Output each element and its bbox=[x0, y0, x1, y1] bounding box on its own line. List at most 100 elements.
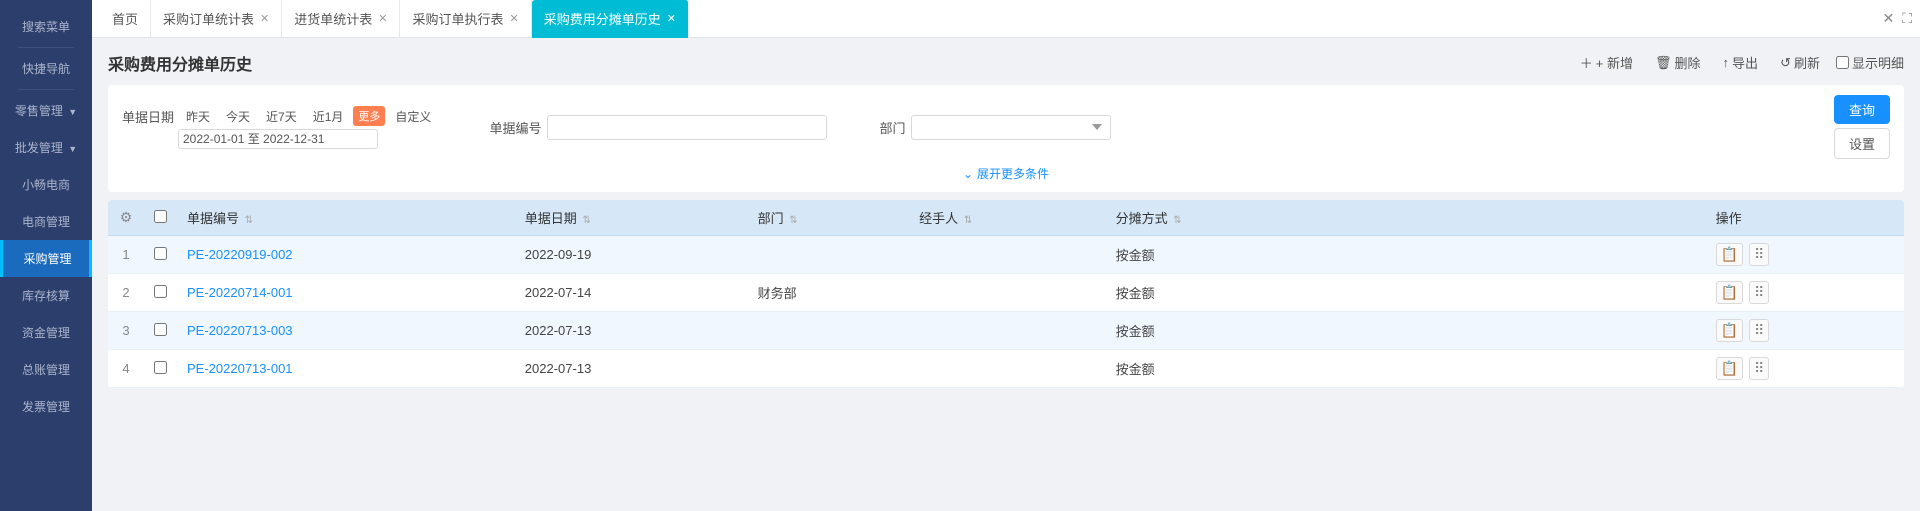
delete-label: 删除 bbox=[1675, 53, 1701, 72]
sidebar-item-mini-shop[interactable]: 小畅电商 bbox=[0, 166, 92, 203]
search-menu-label: 搜索菜单 bbox=[22, 20, 70, 34]
table-row: 3 PE-20220713-003 2022-07-13 按金额 📋 ⠿ bbox=[108, 312, 1904, 350]
filter-row-1: 单据日期 昨天 今天 近7天 近1月 更多 自定义 bbox=[122, 95, 1890, 159]
sidebar-item-inventory[interactable]: 库存核算 bbox=[0, 277, 92, 314]
th-date: 单据日期 ⇅ bbox=[515, 200, 748, 236]
more-icon-2[interactable]: ⠿ bbox=[1749, 319, 1769, 342]
sort-split-method-icon[interactable]: ⇅ bbox=[1173, 215, 1181, 226]
action-icons-1: 📋 ⠿ bbox=[1716, 281, 1894, 304]
date-option-today[interactable]: 今天 bbox=[220, 106, 256, 127]
export-label: 导出 bbox=[1732, 53, 1758, 72]
tab-purchase-order-stats-label: 采购订单统计表 bbox=[163, 9, 254, 28]
th-date-label: 单据日期 bbox=[525, 211, 577, 226]
edit-icon-1[interactable]: 📋 bbox=[1716, 281, 1743, 304]
close-all-tabs-button[interactable]: ✕ bbox=[1882, 10, 1894, 27]
tab-close-purchase-cost-history[interactable]: ✕ bbox=[667, 12, 676, 25]
dept-filter-label: 部门 bbox=[879, 118, 905, 137]
tab-stock-stats-label: 进货单统计表 bbox=[294, 9, 372, 28]
sidebar-item-invoice[interactable]: 发票管理 bbox=[0, 388, 92, 425]
select-all-checkbox[interactable] bbox=[154, 210, 167, 223]
cell-action-3: 📋 ⠿ bbox=[1706, 350, 1904, 388]
row-checkbox-1[interactable] bbox=[154, 285, 167, 298]
date-option-7days[interactable]: 近7天 bbox=[260, 106, 303, 127]
tab-purchase-order-exec-label: 采购订单执行表 bbox=[412, 9, 503, 28]
edit-icon-2[interactable]: 📋 bbox=[1716, 319, 1743, 342]
column-settings-icon[interactable]: ⚙ bbox=[120, 209, 133, 225]
more-icon-3[interactable]: ⠿ bbox=[1749, 357, 1769, 380]
delete-button[interactable]: 🗑 删除 bbox=[1649, 50, 1707, 75]
date-range-input[interactable] bbox=[178, 129, 378, 149]
settings-button[interactable]: 设置 bbox=[1834, 128, 1890, 159]
tab-home[interactable]: 首页 bbox=[100, 0, 151, 38]
refresh-button[interactable]: ↺ 刷新 bbox=[1774, 50, 1826, 75]
cell-checkbox-1 bbox=[144, 274, 177, 312]
expand-more[interactable]: ⌄ 展开更多条件 bbox=[122, 165, 1890, 182]
doc-num-link-2[interactable]: PE-20220713-003 bbox=[187, 323, 293, 338]
tab-purchase-order-stats[interactable]: 采购订单统计表 ✕ bbox=[151, 0, 282, 38]
row-checkbox-3[interactable] bbox=[154, 361, 167, 374]
th-dept: 部门 ⇅ bbox=[748, 200, 910, 236]
tab-stock-stats[interactable]: 进货单统计表 ✕ bbox=[282, 0, 400, 38]
cell-dept-2 bbox=[748, 312, 910, 350]
chevron-down-icon: ⌄ bbox=[963, 167, 973, 181]
edit-icon-3[interactable]: 📋 bbox=[1716, 357, 1743, 380]
cell-date-3: 2022-07-13 bbox=[515, 350, 748, 388]
expand-window-button[interactable]: ⛶ bbox=[1902, 10, 1912, 27]
sidebar-item-retail[interactable]: 零售管理 ▼ bbox=[0, 92, 92, 129]
sidebar-item-search[interactable]: 搜索菜单 bbox=[0, 8, 92, 45]
edit-icon-0[interactable]: 📋 bbox=[1716, 243, 1743, 266]
show-cols-checkbox[interactable] bbox=[1836, 56, 1849, 69]
cell-handler-2 bbox=[909, 312, 1106, 350]
doc-num-input[interactable] bbox=[547, 115, 827, 140]
tab-purchase-order-exec[interactable]: 采购订单执行表 ✕ bbox=[400, 0, 531, 38]
export-button[interactable]: ↑ 导出 bbox=[1717, 50, 1765, 75]
cell-dept-0 bbox=[748, 236, 910, 274]
th-doc-num-label: 单据编号 bbox=[187, 211, 239, 226]
cell-split-method-0: 按金额 bbox=[1106, 236, 1706, 274]
date-option-1month[interactable]: 近1月 bbox=[307, 106, 350, 127]
tab-home-label: 首页 bbox=[112, 9, 138, 28]
query-button[interactable]: 查询 bbox=[1834, 95, 1890, 124]
sort-doc-num-icon[interactable]: ⇅ bbox=[245, 215, 253, 226]
tab-close-stock-stats[interactable]: ✕ bbox=[378, 12, 387, 25]
doc-num-link-1[interactable]: PE-20220714-001 bbox=[187, 285, 293, 300]
tab-purchase-cost-history-label: 采购费用分摊单历史 bbox=[544, 9, 661, 28]
show-cols-label: 显示明细 bbox=[1852, 53, 1904, 72]
date-option-yesterday[interactable]: 昨天 bbox=[180, 106, 216, 127]
data-table: ⚙ 单据编号 ⇅ 单据日期 ⇅ bbox=[108, 200, 1904, 388]
sidebar-divider-2 bbox=[18, 89, 73, 90]
tab-close-purchase-order-stats[interactable]: ✕ bbox=[260, 12, 269, 25]
sort-date-icon[interactable]: ⇅ bbox=[582, 215, 590, 226]
table-row: 4 PE-20220713-001 2022-07-13 按金额 📋 ⠿ bbox=[108, 350, 1904, 388]
tab-purchase-cost-history[interactable]: 采购费用分摊单历史 ✕ bbox=[532, 0, 689, 38]
sort-dept-icon[interactable]: ⇅ bbox=[789, 215, 797, 226]
th-settings: ⚙ bbox=[108, 200, 144, 236]
sidebar-item-wholesale[interactable]: 批发管理 ▼ bbox=[0, 129, 92, 166]
cell-date-1: 2022-07-14 bbox=[515, 274, 748, 312]
more-icon-1[interactable]: ⠿ bbox=[1749, 281, 1769, 304]
sort-handler-icon[interactable]: ⇅ bbox=[964, 215, 972, 226]
tab-close-purchase-order-exec[interactable]: ✕ bbox=[510, 12, 519, 25]
date-option-custom[interactable]: 自定义 bbox=[389, 106, 437, 127]
ecommerce-label: 电商管理 bbox=[22, 215, 70, 229]
cell-action-0: 📋 ⠿ bbox=[1706, 236, 1904, 274]
doc-num-link-3[interactable]: PE-20220713-001 bbox=[187, 361, 293, 376]
th-handler-label: 经手人 bbox=[919, 211, 958, 226]
more-icon-0[interactable]: ⠿ bbox=[1749, 243, 1769, 266]
sidebar-item-quick-nav[interactable]: 快捷导航 bbox=[0, 50, 92, 87]
row-checkbox-0[interactable] bbox=[154, 247, 167, 260]
wholesale-arrow-icon: ▼ bbox=[68, 144, 77, 154]
add-button[interactable]: ＋ + 新增 bbox=[1574, 50, 1639, 75]
doc-num-link-0[interactable]: PE-20220919-002 bbox=[187, 247, 293, 262]
accounting-label: 总账管理 bbox=[22, 363, 70, 377]
cell-doc-num-2: PE-20220713-003 bbox=[177, 312, 515, 350]
date-option-more[interactable]: 更多 bbox=[353, 106, 385, 126]
sidebar-item-finance[interactable]: 资金管理 bbox=[0, 314, 92, 351]
sidebar-item-purchase[interactable]: 采购管理 bbox=[0, 240, 92, 277]
row-checkbox-2[interactable] bbox=[154, 323, 167, 336]
sidebar-item-accounting[interactable]: 总账管理 bbox=[0, 351, 92, 388]
cell-date-0: 2022-09-19 bbox=[515, 236, 748, 274]
page-header: 采购费用分摊单历史 ＋ + 新增 🗑 删除 ↑ 导出 ↺ 刷新 bbox=[108, 50, 1904, 75]
sidebar-item-ecommerce[interactable]: 电商管理 bbox=[0, 203, 92, 240]
dept-select[interactable] bbox=[911, 115, 1111, 140]
